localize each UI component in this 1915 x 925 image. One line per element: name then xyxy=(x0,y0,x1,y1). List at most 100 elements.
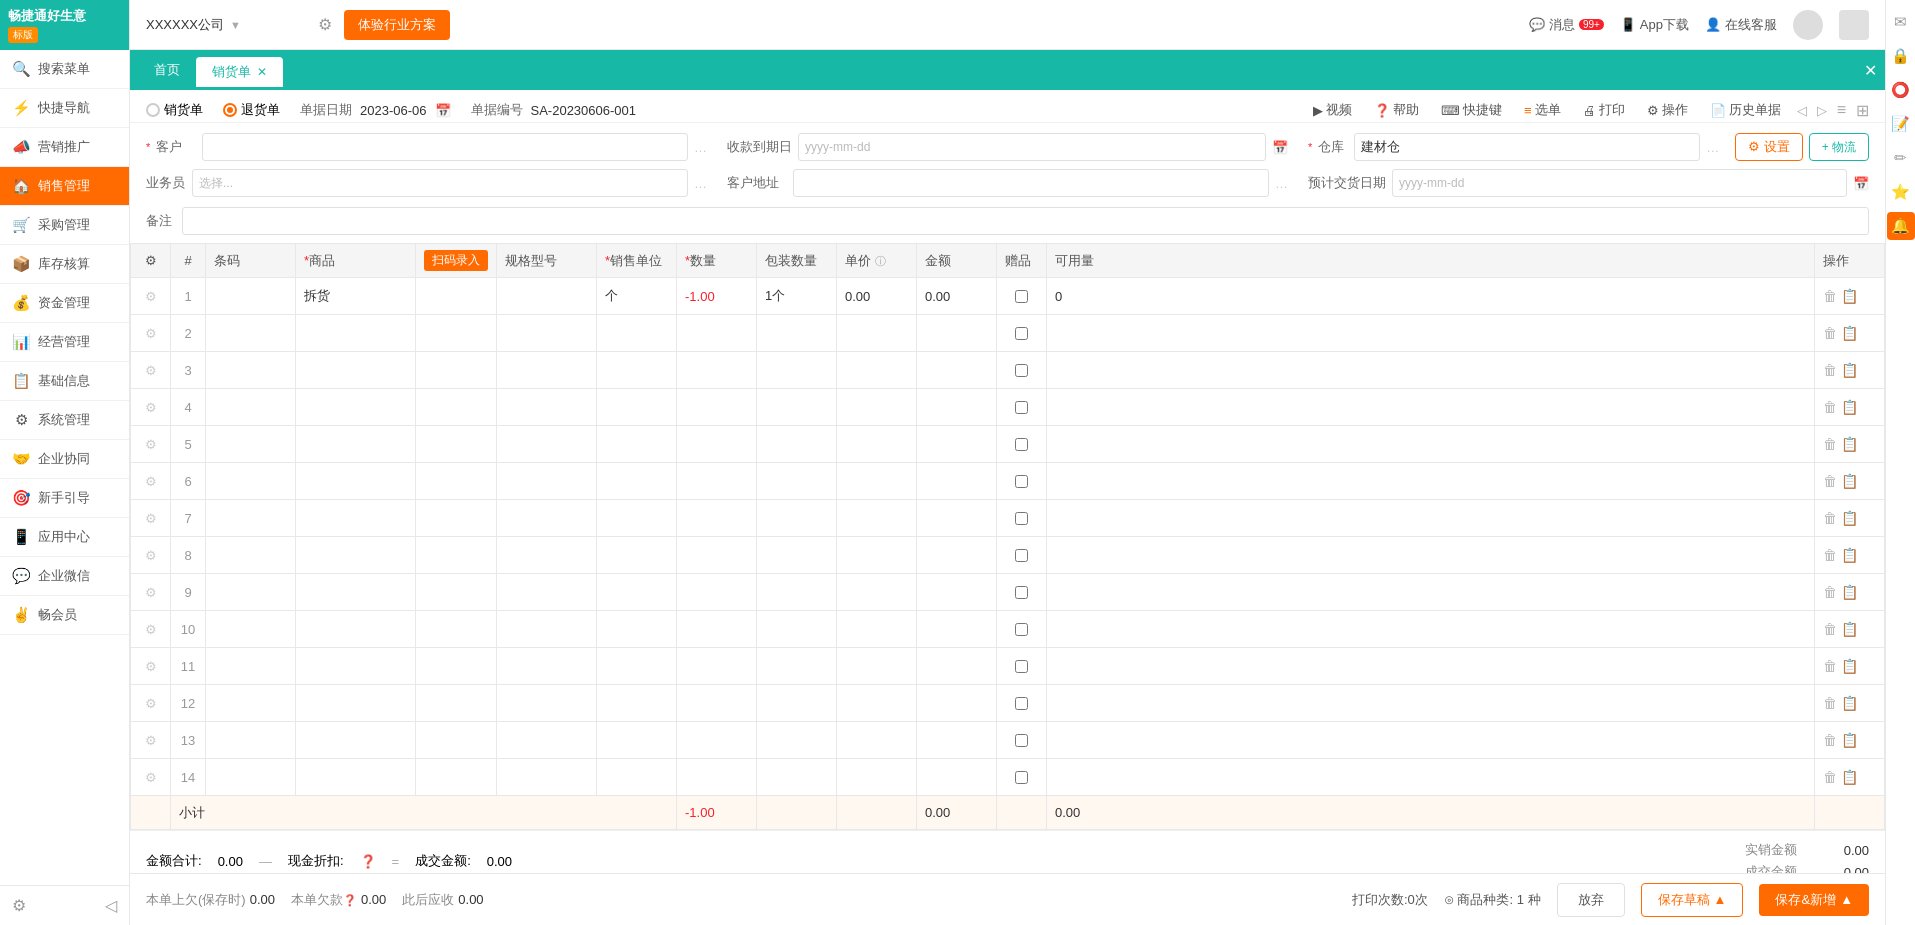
payment-date-calendar-icon[interactable]: 📅 xyxy=(1272,140,1288,155)
settings-gear-icon[interactable]: ⚙ xyxy=(318,15,332,34)
experience-button[interactable]: 体验行业方案 xyxy=(344,10,450,40)
row-barcode[interactable] xyxy=(206,463,296,500)
row-price[interactable] xyxy=(837,722,917,759)
row-goods[interactable] xyxy=(296,315,416,352)
row-copy-icon[interactable]: 📋 xyxy=(1841,621,1858,637)
row-pkgqty[interactable] xyxy=(757,574,837,611)
row-qty[interactable] xyxy=(677,574,757,611)
row-price[interactable] xyxy=(837,574,917,611)
row-pkgqty[interactable]: 1个 xyxy=(757,278,837,315)
online-service-button[interactable]: 👤 在线客服 xyxy=(1705,16,1777,34)
next-icon[interactable]: ▷ xyxy=(1817,103,1827,118)
tab-close-icon[interactable]: ✕ xyxy=(257,65,267,79)
customer-more-icon[interactable]: … xyxy=(694,140,707,155)
row-price[interactable] xyxy=(837,463,917,500)
row-settings[interactable]: ⚙ xyxy=(131,463,171,500)
row-unit[interactable] xyxy=(597,352,677,389)
row-copy-icon[interactable]: 📋 xyxy=(1841,473,1858,489)
row-pkgqty[interactable] xyxy=(757,722,837,759)
right-panel-lock-icon[interactable]: 🔒 xyxy=(1887,42,1915,70)
row-amount[interactable] xyxy=(917,463,997,500)
video-btn[interactable]: ▶ 视频 xyxy=(1307,98,1358,122)
row-qty[interactable] xyxy=(677,537,757,574)
row-price[interactable] xyxy=(837,315,917,352)
row-barcode[interactable] xyxy=(206,685,296,722)
row-unit[interactable] xyxy=(597,463,677,500)
row-pkgqty[interactable] xyxy=(757,648,837,685)
row-copy-icon[interactable]: 📋 xyxy=(1841,288,1858,304)
row-pkgqty[interactable] xyxy=(757,759,837,796)
row-copy-icon[interactable]: 📋 xyxy=(1841,510,1858,526)
sidebar-item-basicinfo[interactable]: 📋 基础信息 xyxy=(0,362,129,401)
row-spec[interactable] xyxy=(497,574,597,611)
row-delete-icon[interactable]: 🗑 xyxy=(1823,695,1837,711)
row-copy-icon[interactable]: 📋 xyxy=(1841,769,1858,785)
row-qty[interactable] xyxy=(677,648,757,685)
sidebar-settings-icon[interactable]: ⚙ xyxy=(12,896,26,915)
sidebar-item-sales[interactable]: 🏠 销售管理 xyxy=(0,167,129,206)
row-pkgqty[interactable] xyxy=(757,389,837,426)
row-qty[interactable] xyxy=(677,315,757,352)
row-price[interactable] xyxy=(837,500,917,537)
row-gift[interactable] xyxy=(997,426,1047,463)
scan-btn[interactable]: 扫码录入 xyxy=(424,250,488,271)
row-copy-icon[interactable]: 📋 xyxy=(1841,732,1858,748)
row-copy-icon[interactable]: 📋 xyxy=(1841,399,1858,415)
row-spec[interactable] xyxy=(497,352,597,389)
remark-input[interactable] xyxy=(182,207,1869,235)
row-goods[interactable] xyxy=(296,574,416,611)
address-more-icon[interactable]: … xyxy=(1275,176,1288,191)
company-selector[interactable]: XXXXXX公司 ▼ xyxy=(146,16,306,34)
row-barcode[interactable] xyxy=(206,759,296,796)
history-btn[interactable]: 📄 历史单据 xyxy=(1704,98,1787,122)
right-panel-doc-icon[interactable]: 📝 xyxy=(1887,110,1915,138)
row-delete-icon[interactable]: 🗑 xyxy=(1823,362,1837,378)
right-panel-alert-icon[interactable]: 🔔 xyxy=(1887,212,1915,240)
row-goods[interactable] xyxy=(296,389,416,426)
sidebar-item-inventory[interactable]: 📦 库存核算 xyxy=(0,245,129,284)
row-delete-icon[interactable]: 🗑 xyxy=(1823,621,1837,637)
row-pkgqty[interactable] xyxy=(757,315,837,352)
tab-home[interactable]: 首页 xyxy=(138,55,196,85)
row-settings[interactable]: ⚙ xyxy=(131,648,171,685)
right-panel-star-icon[interactable]: ⭐ xyxy=(1887,178,1915,206)
settings-button[interactable]: ⚙ 设置 xyxy=(1735,133,1802,161)
row-gift[interactable] xyxy=(997,611,1047,648)
row-price[interactable]: 0.00 xyxy=(837,278,917,315)
cash-discount-help-icon[interactable]: ❓ xyxy=(360,854,376,869)
row-barcode[interactable] xyxy=(206,500,296,537)
row-delete-icon[interactable]: 🗑 xyxy=(1823,658,1837,674)
row-amount[interactable] xyxy=(917,648,997,685)
row-qty[interactable] xyxy=(677,759,757,796)
row-price[interactable] xyxy=(837,648,917,685)
row-goods[interactable] xyxy=(296,537,416,574)
row-goods[interactable] xyxy=(296,500,416,537)
row-amount[interactable] xyxy=(917,574,997,611)
row-unit[interactable] xyxy=(597,389,677,426)
row-barcode[interactable] xyxy=(206,426,296,463)
row-delete-icon[interactable]: 🗑 xyxy=(1823,473,1837,489)
row-unit[interactable] xyxy=(597,500,677,537)
row-gift[interactable] xyxy=(997,648,1047,685)
sidebar-item-quicknav[interactable]: ⚡ 快捷导航 xyxy=(0,89,129,128)
logistics-button[interactable]: + 物流 xyxy=(1809,133,1869,161)
save-draft-button[interactable]: 保存草稿 ▲ xyxy=(1641,883,1744,917)
user-avatar[interactable] xyxy=(1793,10,1823,40)
customer-input[interactable] xyxy=(202,133,688,161)
row-qty[interactable] xyxy=(677,352,757,389)
row-spec[interactable] xyxy=(497,611,597,648)
row-goods[interactable]: 拆货 xyxy=(296,278,416,315)
row-unit[interactable] xyxy=(597,648,677,685)
tab-close-all-icon[interactable]: ✕ xyxy=(1864,61,1877,80)
row-delete-icon[interactable]: 🗑 xyxy=(1823,769,1837,785)
row-amount[interactable] xyxy=(917,352,997,389)
row-spec[interactable] xyxy=(497,685,597,722)
row-unit[interactable]: 个 xyxy=(597,278,677,315)
row-price[interactable] xyxy=(837,352,917,389)
row-amount[interactable] xyxy=(917,759,997,796)
row-barcode[interactable] xyxy=(206,574,296,611)
row-unit[interactable] xyxy=(597,611,677,648)
row-amount[interactable] xyxy=(917,500,997,537)
sidebar-item-member[interactable]: ✌ 畅会员 xyxy=(0,596,129,635)
row-copy-icon[interactable]: 📋 xyxy=(1841,658,1858,674)
